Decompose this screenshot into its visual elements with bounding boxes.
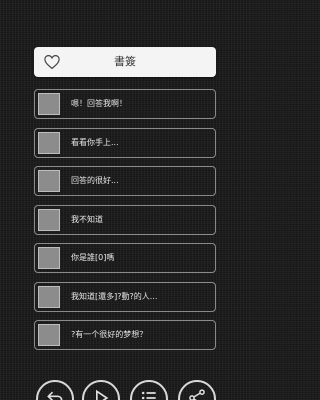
bookmark-button[interactable]: 書簽: [34, 47, 216, 77]
thumbnail: [38, 170, 60, 192]
list-item[interactable]: ?有一个很好的梦想？: [34, 320, 216, 350]
list-item-text: 回答的很好...: [71, 176, 119, 185]
back-button[interactable]: [36, 380, 74, 400]
list-item[interactable]: 看看你手上...: [34, 127, 216, 158]
list-item-text: 我不知道: [71, 214, 103, 224]
thumbnail: [38, 131, 60, 154]
thumbnail: [38, 247, 60, 269]
share-icon: [189, 389, 205, 400]
thumbnail: [38, 324, 60, 346]
list-item[interactable]: 回答的很好...: [34, 166, 216, 196]
list-button[interactable]: [130, 380, 168, 400]
list-item-text: 你是誰[0]嗎: [71, 253, 115, 262]
list-item-text: 嗯！回答我啊！: [71, 99, 127, 108]
thumbnail: [38, 208, 60, 231]
list-icon: [141, 391, 156, 400]
share-button[interactable]: [178, 380, 216, 400]
bottom-nav-bar: [0, 378, 250, 400]
thumbnail: [38, 93, 60, 115]
thumbnail: [38, 285, 60, 308]
back-icon: [47, 391, 63, 400]
play-button[interactable]: [82, 380, 120, 400]
dialogue-list: 嗯！回答我啊！ 看看你手上... 回答的很好... 我不知道 你是誰[0]嗎 我…: [34, 89, 216, 359]
list-item-text: 我知道[還多]?動?的人...: [71, 291, 158, 301]
play-icon: [96, 389, 109, 400]
bookmark-title: 書簽: [114, 55, 136, 68]
list-item[interactable]: 嗯！回答我啊！: [34, 89, 216, 119]
list-item[interactable]: 我不知道: [34, 204, 216, 235]
list-item[interactable]: 我知道[還多]?動?的人...: [34, 281, 216, 312]
list-item-text: ?有一个很好的梦想？: [71, 330, 148, 339]
list-item[interactable]: 你是誰[0]嗎: [34, 243, 216, 273]
list-item-text: 看看你手上...: [71, 137, 119, 147]
